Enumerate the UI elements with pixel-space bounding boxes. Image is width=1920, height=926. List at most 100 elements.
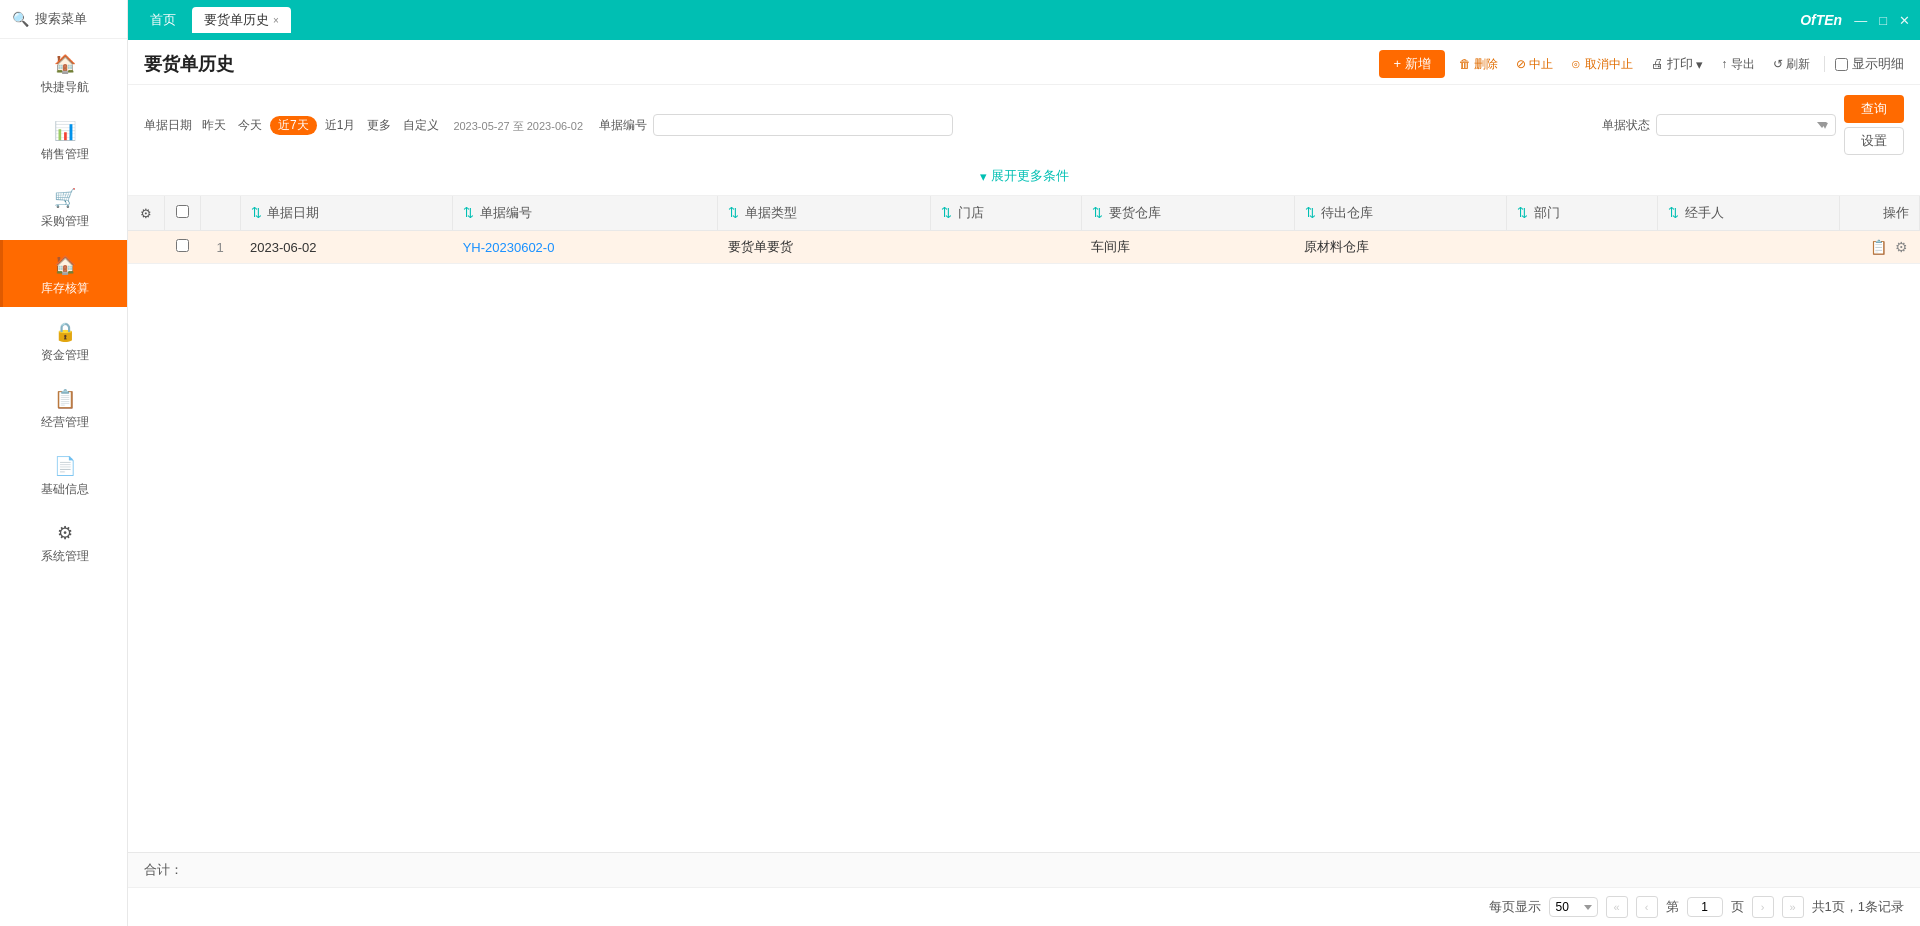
- table-container: ⚙ ⇅ 单据日期 ⇅ 单据编号: [128, 196, 1920, 852]
- doc-no-filter-label: 单据编号: [599, 117, 647, 134]
- stop-button[interactable]: ⊘ 中止: [1512, 54, 1557, 75]
- expand-more-btn[interactable]: ▾ 展开更多条件: [980, 167, 1069, 185]
- sidebar-item-finance[interactable]: 🔒 资金管理: [0, 307, 127, 374]
- doc-date-col-header[interactable]: ⇅ 单据日期: [240, 196, 453, 231]
- status-select[interactable]: [1656, 114, 1836, 136]
- sort-icon-doc-date: ⇅: [251, 205, 262, 220]
- table-body: 1 2023-06-02 YH-20230602-0 要货单要货 车间库 原材料…: [128, 231, 1920, 264]
- first-page-button[interactable]: «: [1606, 896, 1628, 918]
- search-icon: 🔍: [12, 11, 29, 27]
- main-area: 首页 要货单历史 × OfTEn — □ ✕ 要货单历史 + 新增 🗑 删除 ⊘…: [128, 0, 1920, 926]
- page-number-input[interactable]: [1687, 897, 1723, 917]
- expand-row: ▾ 展开更多条件: [144, 161, 1904, 185]
- query-button[interactable]: 查询: [1844, 95, 1904, 123]
- tab-close-icon[interactable]: ×: [273, 15, 279, 26]
- expand-label: 展开更多条件: [991, 167, 1069, 185]
- chart-icon: 📊: [54, 120, 76, 142]
- page-title: 要货单历史: [144, 52, 234, 76]
- sidebar-item-label-finance: 资金管理: [41, 347, 89, 364]
- refresh-button[interactable]: ↺ 刷新: [1769, 54, 1814, 75]
- tab-active[interactable]: 要货单历史 ×: [192, 7, 291, 33]
- sidebar-item-system[interactable]: ⚙ 系统管理: [0, 508, 127, 575]
- row-num-header: [200, 196, 240, 231]
- sort-icon-doc-no: ⇅: [463, 205, 474, 220]
- doc-no-cell[interactable]: YH-20230602-0: [453, 231, 718, 264]
- date-filter-label: 单据日期: [144, 117, 192, 134]
- delete-button[interactable]: 🗑 删除: [1455, 54, 1502, 75]
- date-btn-more[interactable]: 更多: [363, 116, 395, 135]
- maximize-button[interactable]: □: [1879, 13, 1887, 28]
- checkbox-col-header[interactable]: [164, 196, 200, 231]
- last-page-button[interactable]: »: [1782, 896, 1804, 918]
- add-button[interactable]: + 新增: [1379, 50, 1444, 78]
- sort-icon-doc-type: ⇅: [728, 205, 739, 220]
- filter-date: 单据日期 昨天 今天 近7天 近1月 更多 自定义 2023-05-27 至 2…: [144, 116, 583, 135]
- date-btn-today[interactable]: 今天: [234, 116, 266, 135]
- doc-icon: 📄: [54, 455, 76, 477]
- sidebar-item-purchase[interactable]: 🛒 采购管理: [0, 173, 127, 240]
- date-btn-last7[interactable]: 近7天: [270, 116, 317, 135]
- tab-home-label: 首页: [150, 11, 176, 29]
- cancel-stop-button[interactable]: ⊙ 取消中止: [1567, 54, 1636, 75]
- doc-type-col-header[interactable]: ⇅ 单据类型: [718, 196, 931, 231]
- pagination: 每页显示 50 100 200 « ‹ 第 页 › » 共1页，1条记录: [128, 887, 1920, 926]
- close-button[interactable]: ✕: [1899, 13, 1910, 28]
- setting-button[interactable]: 设置: [1844, 127, 1904, 155]
- sidebar-item-sales[interactable]: 📊 销售管理: [0, 106, 127, 173]
- date-btn-yesterday[interactable]: 昨天: [198, 116, 230, 135]
- tab-home[interactable]: 首页: [138, 7, 188, 33]
- date-btn-last1m[interactable]: 近1月: [321, 116, 360, 135]
- page-label-pre: 第: [1666, 898, 1679, 916]
- date-btn-custom[interactable]: 自定义: [399, 116, 443, 135]
- page-label-post: 页: [1731, 898, 1744, 916]
- edit-icon[interactable]: 📋: [1870, 239, 1887, 255]
- more-icon[interactable]: ⚙: [1895, 239, 1908, 255]
- sidebar-search-label: 搜索菜单: [35, 10, 87, 28]
- sidebar-item-label-inventory: 库存核算: [41, 280, 89, 297]
- sort-icon-store: ⇅: [941, 205, 952, 220]
- tab-active-label: 要货单历史: [204, 11, 269, 29]
- print-label: 🖨 打印: [1651, 55, 1694, 73]
- table-header: ⚙ ⇅ 单据日期 ⇅ 单据编号: [128, 196, 1920, 231]
- print-button[interactable]: 🖨 打印 ▾: [1647, 53, 1708, 75]
- select-all-checkbox[interactable]: [176, 205, 189, 218]
- department-col-header[interactable]: ⇅ 部门: [1507, 196, 1658, 231]
- doc-no-input[interactable]: [653, 114, 953, 136]
- show-detail-checkbox[interactable]: [1835, 58, 1848, 71]
- table-row: 1 2023-06-02 YH-20230602-0 要货单要货 车间库 原材料…: [128, 231, 1920, 264]
- sidebar-item-label-sales: 销售管理: [41, 146, 89, 163]
- status-filter-label: 单据状态: [1602, 117, 1650, 134]
- sidebar-item-quicknav[interactable]: 🏠 快捷导航: [0, 39, 127, 106]
- settings-col-header[interactable]: ⚙: [128, 196, 164, 231]
- pending-warehouse-col-header[interactable]: ⇅ 待出仓库: [1294, 196, 1507, 231]
- next-page-button[interactable]: ›: [1752, 896, 1774, 918]
- sidebar-item-operation[interactable]: 📋 经营管理: [0, 374, 127, 441]
- operation-cell: 📋 ⚙: [1840, 231, 1920, 264]
- row-checkbox[interactable]: [176, 239, 189, 252]
- per-page-select[interactable]: 50 100 200: [1549, 897, 1598, 917]
- date-buttons: 昨天 今天 近7天 近1月 更多 自定义: [198, 116, 443, 135]
- sidebar-search[interactable]: 🔍 搜索菜单: [0, 0, 127, 39]
- sidebar-item-label-purchase: 采购管理: [41, 213, 89, 230]
- sidebar-item-inventory[interactable]: 🏠 库存核算: [0, 240, 127, 307]
- data-table: ⚙ ⇅ 单据日期 ⇅ 单据编号: [128, 196, 1920, 264]
- handler-col-header[interactable]: ⇅ 经手人: [1658, 196, 1840, 231]
- cart-icon: 🛒: [54, 187, 76, 209]
- prev-page-button[interactable]: ‹: [1636, 896, 1658, 918]
- export-button[interactable]: ↑ 导出: [1717, 54, 1758, 75]
- total-info: 共1页，1条记录: [1812, 898, 1904, 916]
- doc-no-col-header[interactable]: ⇅ 单据编号: [453, 196, 718, 231]
- doc-no-link[interactable]: YH-20230602-0: [463, 240, 555, 255]
- show-detail-toggle[interactable]: 显示明细: [1835, 55, 1904, 73]
- doc-date-cell: 2023-06-02: [240, 231, 453, 264]
- date-range-display: 2023-05-27 至 2023-06-02: [453, 119, 583, 134]
- minimize-button[interactable]: —: [1854, 13, 1867, 28]
- sidebar-item-basicinfo[interactable]: 📄 基础信息: [0, 441, 127, 508]
- filter-status: 单据状态 ▾: [1602, 114, 1828, 136]
- chevron-down-icon: ▾: [980, 169, 987, 184]
- show-detail-label: 显示明细: [1852, 55, 1904, 73]
- checkbox-cell[interactable]: [164, 231, 200, 264]
- req-warehouse-col-header[interactable]: ⇅ 要货仓库: [1081, 196, 1294, 231]
- store-col-header[interactable]: ⇅ 门店: [930, 196, 1081, 231]
- table-footer: 合计：: [128, 852, 1920, 887]
